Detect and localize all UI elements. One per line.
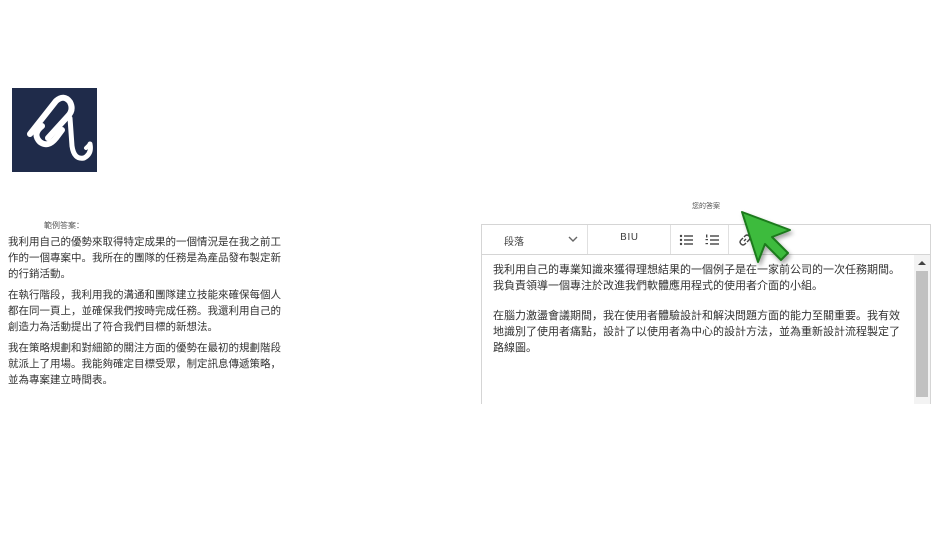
answer-editor[interactable]: 段落 BIU 我利用自己的專業知識來獲得理想結果的一個例子是在一家前公司的一次任… (481, 224, 931, 404)
toolbar-divider (728, 225, 729, 254)
sample-paragraph-2: 在執行階段，我利用我的溝通和團隊建立技能來確保每個人都在同一頁上，並確保我們按時… (8, 289, 281, 333)
scroll-thumb[interactable] (916, 271, 928, 397)
your-answer-label: 您的答案 (692, 202, 720, 210)
sample-paragraph-3: 我在策略規劃和對細節的關注方面的優勢在最初的規劃階段就派上了用場。我能夠確定目標… (8, 342, 281, 386)
biu-label: BIU (620, 232, 639, 243)
sample-answer: 範例答案： 我利用自己的優勢來取得特定成果的一個情況是在我之前工作的一個專案中。… (8, 220, 283, 393)
editor-content[interactable]: 我利用自己的專業知識來獲得理想結果的一個例子是在一家前公司的一次任務期間。我負責… (482, 255, 914, 404)
paragraph-style-label: 段落 (504, 237, 524, 248)
numbered-list-icon[interactable] (705, 233, 719, 247)
paragraph-style-dropdown[interactable]: 段落 (482, 225, 588, 254)
editor-toolbar: 段落 BIU (482, 225, 930, 255)
answer-paragraph-2: 在腦力激盪會議期間，我在使用者體驗設計和解決問題方面的能力至關重要。我有效地識別… (493, 309, 900, 354)
bullet-list-icon[interactable] (679, 233, 693, 247)
chain-hook-icon (12, 88, 97, 172)
green-arrow-cursor-icon (741, 211, 791, 263)
sample-paragraph-1: 我利用自己的優勢來取得特定成果的一個情況是在我之前工作的一個專案中。我所在的團隊… (8, 236, 281, 280)
editor-scrollbar[interactable] (914, 255, 930, 404)
logo (12, 88, 97, 172)
scroll-up-arrow-icon[interactable] (918, 261, 926, 265)
sample-answer-label: 範例答案： (44, 221, 84, 230)
answer-paragraph-1: 我利用自己的專業知識來獲得理想結果的一個例子是在一家前公司的一次任務期間。我負責… (493, 263, 900, 292)
bold-italic-underline-button[interactable]: BIU (588, 225, 671, 254)
chevron-down-icon (568, 236, 578, 242)
